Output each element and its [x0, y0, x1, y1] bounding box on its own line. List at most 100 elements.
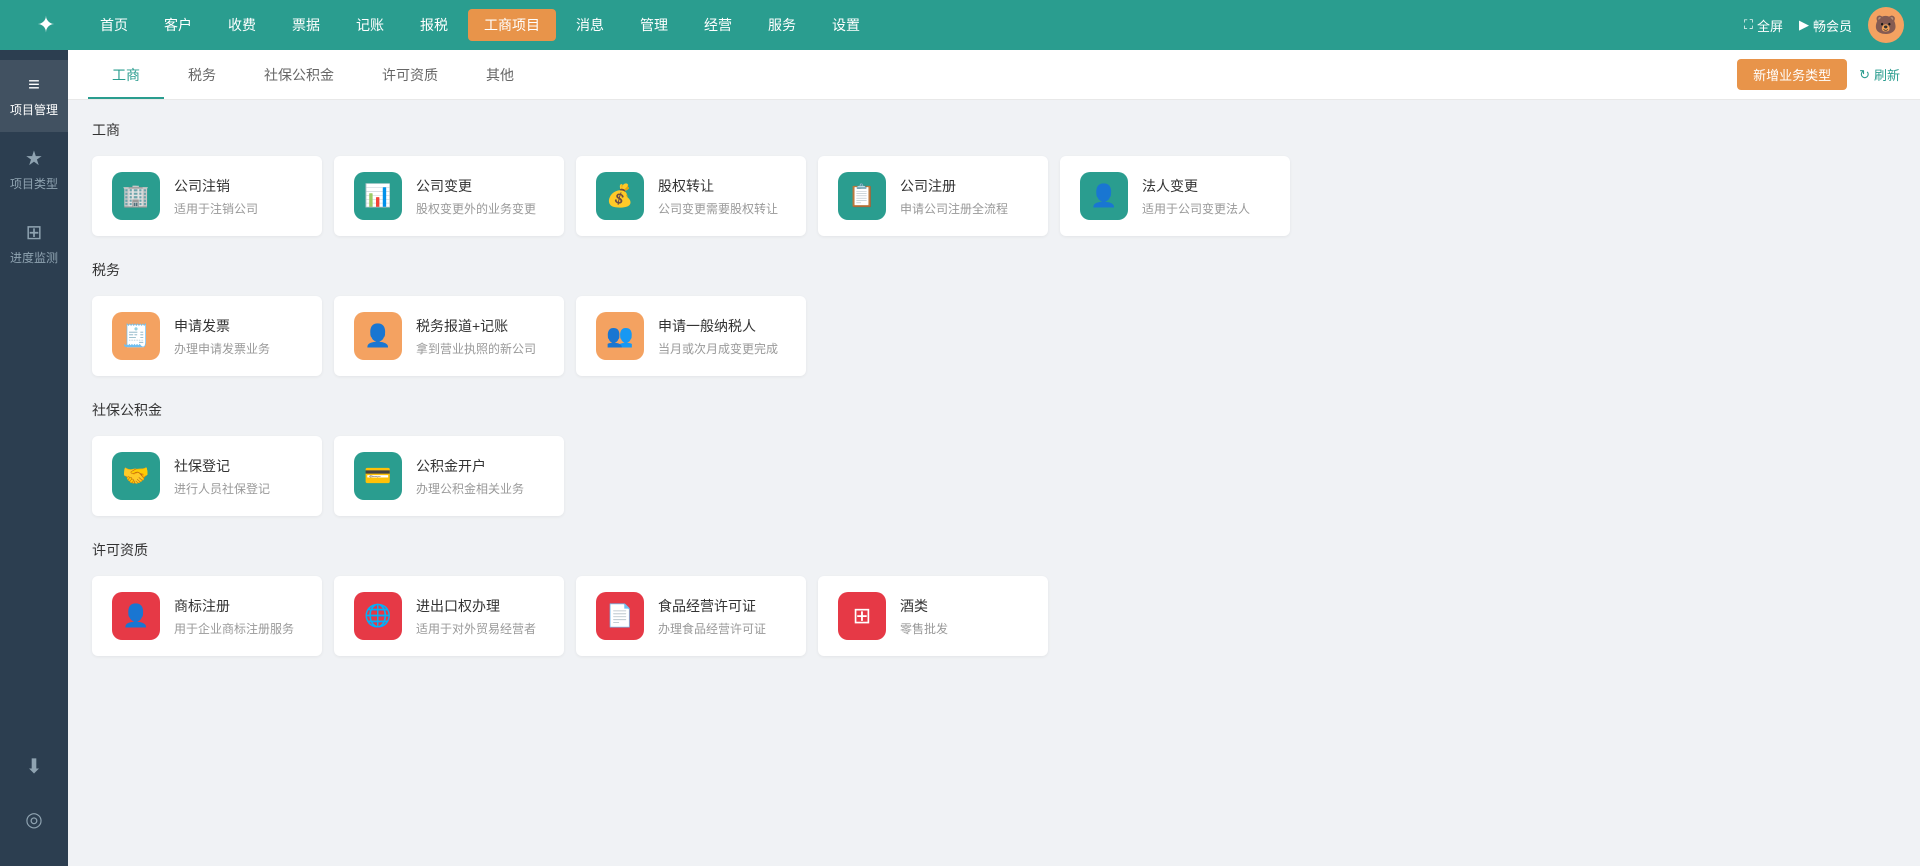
main-layout: ≡ 项目管理 ★ 项目类型 ⊞ 进度监测 ⬇ ◎ 工商 税务 社保公积金 — [0, 50, 1920, 866]
card-import-export[interactable]: 🌐 进出口权办理 适用于对外贸易经营者 — [334, 576, 564, 656]
cards-grid-license: 👤 商标注册 用于企业商标注册服务 🌐 进出口权办理 适用于对外贸易经营者 — [92, 576, 1896, 656]
card-desc-tax-accounting: 拿到营业执照的新公司 — [416, 340, 544, 357]
sidebar-item-project-type[interactable]: ★ 项目类型 — [0, 132, 68, 206]
nav-right-area: ⛶ 全屏 ▶ 畅会员 🐻 — [1744, 7, 1904, 43]
section-industry: 工商 🏢 公司注销 适用于注销公司 📊 公司变更 股权变更外的业务变更 — [92, 120, 1896, 236]
nav-customer[interactable]: 客户 — [148, 9, 208, 41]
card-equity-transfer[interactable]: 💰 股权转让 公司变更需要股权转让 — [576, 156, 806, 236]
section-title-license: 许可资质 — [92, 540, 1896, 560]
tab-social-security[interactable]: 社保公积金 — [240, 51, 358, 99]
card-desc-general-taxpayer: 当月或次月成变更完成 — [658, 340, 786, 357]
card-title-social-insurance: 社保登记 — [174, 456, 302, 476]
card-title-tax-accounting: 税务报道+记账 — [416, 316, 544, 336]
card-icon-trademark: 👤 — [112, 592, 160, 640]
card-desc-trademark: 用于企业商标注册服务 — [174, 620, 302, 637]
refresh-icon: ↻ — [1859, 67, 1870, 83]
refresh-button[interactable]: ↻ 刷新 — [1859, 65, 1900, 84]
logo-icon: ✦ — [37, 12, 55, 38]
card-desc-social-insurance: 进行人员社保登记 — [174, 480, 302, 497]
card-food-license[interactable]: 📄 食品经营许可证 办理食品经营许可证 — [576, 576, 806, 656]
card-alcohol[interactable]: ⊞ 酒类 零售批发 — [818, 576, 1048, 656]
card-title-legal-change: 法人变更 — [1142, 176, 1270, 196]
card-title-company-change: 公司变更 — [416, 176, 544, 196]
nav-settings[interactable]: 设置 — [816, 9, 876, 41]
section-license: 许可资质 👤 商标注册 用于企业商标注册服务 🌐 进出口权办理 适用于 — [92, 540, 1896, 656]
section-title-industry: 工商 — [92, 120, 1896, 140]
sidebar-item-progress[interactable]: ⊞ 进度监测 — [0, 206, 68, 280]
card-company-register[interactable]: 📋 公司注册 申请公司注册全流程 — [818, 156, 1048, 236]
tab-bar: 工商 税务 社保公积金 许可资质 其他 新增业务类型 ↻ 刷新 — [68, 50, 1920, 100]
tab-other[interactable]: 其他 — [462, 51, 538, 99]
card-housing-fund[interactable]: 💳 公积金开户 办理公积金相关业务 — [334, 436, 564, 516]
card-title-general-taxpayer: 申请一般纳税人 — [658, 316, 786, 336]
card-desc-company-change: 股权变更外的业务变更 — [416, 200, 544, 217]
nav-manage[interactable]: 管理 — [624, 9, 684, 41]
top-navigation: ✦ 首页 客户 收费 票据 记账 报税 工商项目 消息 管理 经营 服务 设置 … — [0, 0, 1920, 50]
nav-ticket[interactable]: 票据 — [276, 9, 336, 41]
cards-grid-industry: 🏢 公司注销 适用于注销公司 📊 公司变更 股权变更外的业务变更 — [92, 156, 1896, 236]
sidebar-item-download[interactable]: ⬇ — [0, 740, 68, 793]
section-title-tax: 税务 — [92, 260, 1896, 280]
logo: ✦ — [16, 12, 76, 38]
card-desc-food-license: 办理食品经营许可证 — [658, 620, 786, 637]
tab-tax[interactable]: 税务 — [164, 51, 240, 99]
vip-button[interactable]: ▶ 畅会员 — [1799, 16, 1852, 35]
section-social: 社保公积金 🤝 社保登记 进行人员社保登记 💳 公积金开户 办理公积金 — [92, 400, 1896, 516]
nav-fee[interactable]: 收费 — [212, 9, 272, 41]
card-legal-change[interactable]: 👤 法人变更 适用于公司变更法人 — [1060, 156, 1290, 236]
card-desc-legal-change: 适用于公司变更法人 — [1142, 200, 1270, 217]
card-tax-accounting[interactable]: 👤 税务报道+记账 拿到营业执照的新公司 — [334, 296, 564, 376]
card-icon-equity-transfer: 💰 — [596, 172, 644, 220]
card-icon-company-register: 📋 — [838, 172, 886, 220]
download-icon: ⬇ — [26, 754, 43, 779]
card-icon-import-export: 🌐 — [354, 592, 402, 640]
card-trademark[interactable]: 👤 商标注册 用于企业商标注册服务 — [92, 576, 322, 656]
nav-industry[interactable]: 工商项目 — [468, 9, 556, 41]
project-type-icon: ★ — [25, 146, 43, 171]
card-icon-company-cancel: 🏢 — [112, 172, 160, 220]
card-icon-company-change: 📊 — [354, 172, 402, 220]
vip-icon: ▶ — [1799, 17, 1809, 33]
card-title-trademark: 商标注册 — [174, 596, 302, 616]
nav-operation[interactable]: 经营 — [688, 9, 748, 41]
card-invoice[interactable]: 🧾 申请发票 办理申请发票业务 — [92, 296, 322, 376]
nav-accounting[interactable]: 记账 — [340, 9, 400, 41]
nav-home[interactable]: 首页 — [84, 9, 144, 41]
card-title-company-cancel: 公司注销 — [174, 176, 302, 196]
card-company-change[interactable]: 📊 公司变更 股权变更外的业务变更 — [334, 156, 564, 236]
card-general-taxpayer[interactable]: 👥 申请一般纳税人 当月或次月成变更完成 — [576, 296, 806, 376]
project-manage-icon: ≡ — [28, 74, 40, 97]
sidebar-item-location[interactable]: ◎ — [0, 793, 68, 846]
nav-service[interactable]: 服务 — [752, 9, 812, 41]
card-desc-invoice: 办理申请发票业务 — [174, 340, 302, 357]
avatar[interactable]: 🐻 — [1868, 7, 1904, 43]
card-icon-general-taxpayer: 👥 — [596, 312, 644, 360]
card-title-company-register: 公司注册 — [900, 176, 1028, 196]
card-desc-import-export: 适用于对外贸易经营者 — [416, 620, 544, 637]
tab-license[interactable]: 许可资质 — [358, 51, 462, 99]
nav-tax[interactable]: 报税 — [404, 9, 464, 41]
card-company-cancel[interactable]: 🏢 公司注销 适用于注销公司 — [92, 156, 322, 236]
sidebar-item-project-manage[interactable]: ≡ 项目管理 — [0, 60, 68, 132]
card-desc-equity-transfer: 公司变更需要股权转让 — [658, 200, 786, 217]
sidebar-bottom: ⬇ ◎ — [0, 740, 68, 866]
progress-icon: ⊞ — [26, 220, 43, 245]
card-desc-company-register: 申请公司注册全流程 — [900, 200, 1028, 217]
tab-industry[interactable]: 工商 — [88, 51, 164, 99]
card-icon-tax-accounting: 👤 — [354, 312, 402, 360]
fullscreen-button[interactable]: ⛶ 全屏 — [1744, 16, 1783, 35]
nav-menu: 首页 客户 收费 票据 记账 报税 工商项目 消息 管理 经营 服务 设置 — [84, 9, 1744, 41]
section-tax: 税务 🧾 申请发票 办理申请发票业务 👤 税务报道+记账 拿到营业执照 — [92, 260, 1896, 376]
tab-actions: 新增业务类型 ↻ 刷新 — [1737, 59, 1900, 90]
location-icon: ◎ — [25, 807, 42, 832]
fullscreen-icon: ⛶ — [1744, 17, 1753, 33]
cards-grid-tax: 🧾 申请发票 办理申请发票业务 👤 税务报道+记账 拿到营业执照的新公司 — [92, 296, 1896, 376]
card-title-import-export: 进出口权办理 — [416, 596, 544, 616]
card-title-food-license: 食品经营许可证 — [658, 596, 786, 616]
card-social-insurance[interactable]: 🤝 社保登记 进行人员社保登记 — [92, 436, 322, 516]
add-type-button[interactable]: 新增业务类型 — [1737, 59, 1847, 90]
card-title-alcohol: 酒类 — [900, 596, 1028, 616]
tabs: 工商 税务 社保公积金 许可资质 其他 — [88, 51, 1737, 99]
cards-grid-social: 🤝 社保登记 进行人员社保登记 💳 公积金开户 办理公积金相关业务 — [92, 436, 1896, 516]
nav-message[interactable]: 消息 — [560, 9, 620, 41]
